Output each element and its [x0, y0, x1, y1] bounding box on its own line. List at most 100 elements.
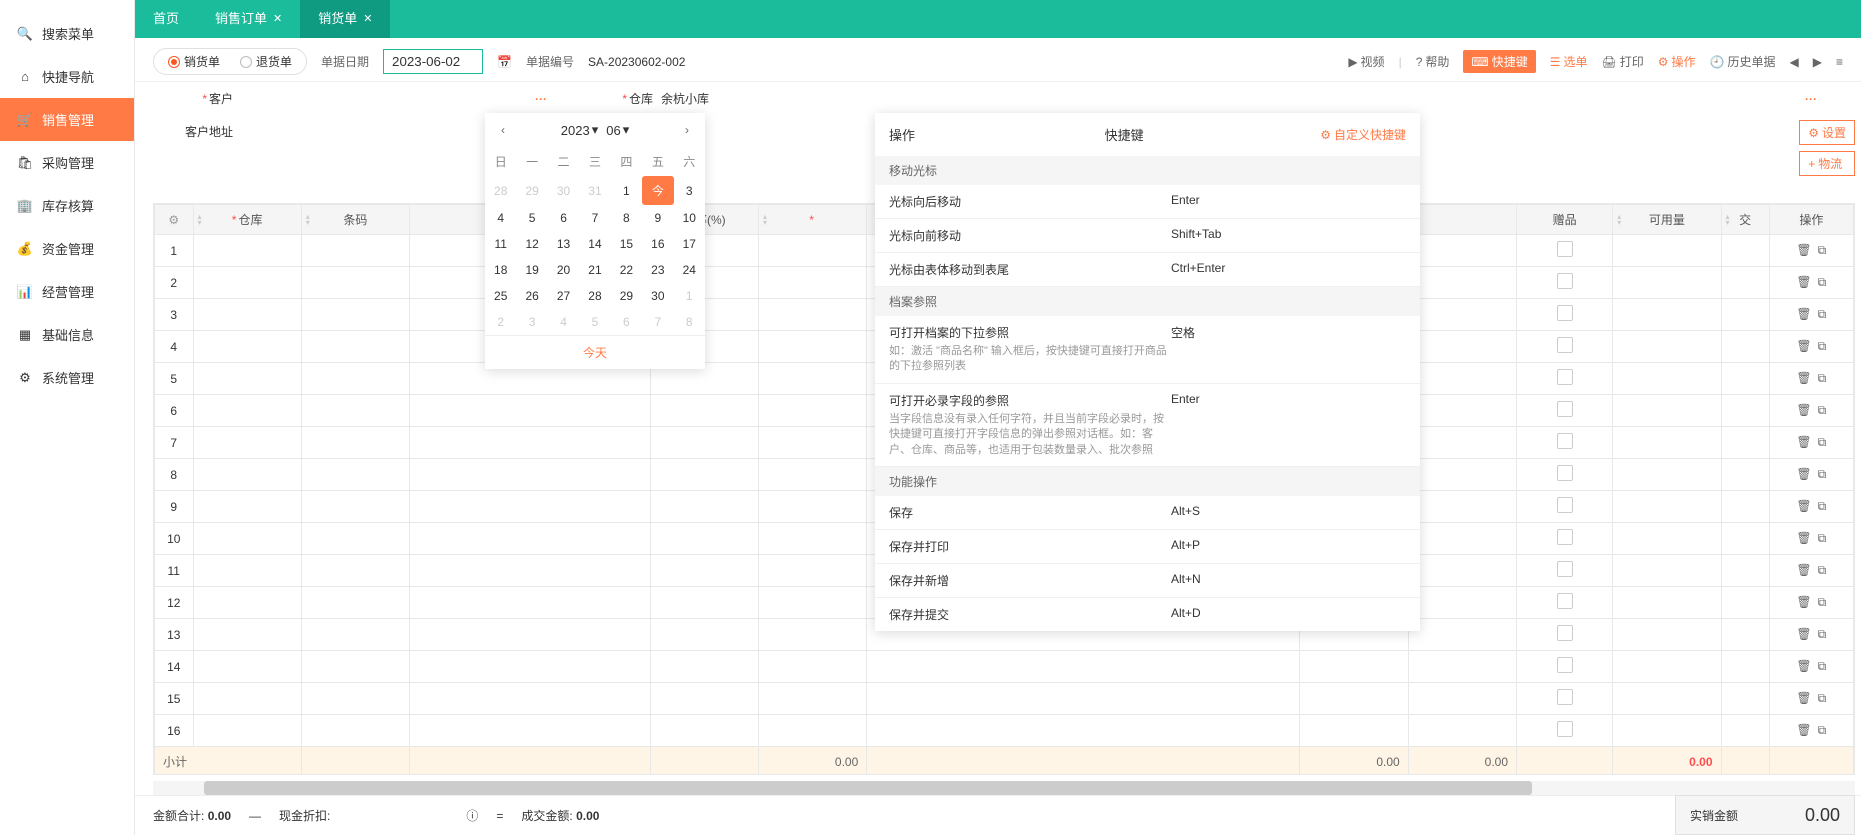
cal-day[interactable]: 28	[579, 283, 610, 309]
copy-icon[interactable]: ⧉	[1818, 723, 1827, 737]
gift-checkbox[interactable]	[1557, 369, 1573, 385]
radio-sale[interactable]: 销货单	[168, 53, 220, 70]
delete-icon[interactable]: 🗑	[1796, 435, 1811, 449]
cal-day[interactable]: 19	[516, 257, 547, 283]
cal-today-button[interactable]: 今天	[485, 335, 705, 369]
copy-icon[interactable]: ⧉	[1818, 371, 1827, 385]
cal-prev-button[interactable]: ‹	[495, 121, 511, 139]
cal-day[interactable]: 30	[548, 176, 579, 205]
table-row[interactable]: 15🗑⧉	[155, 683, 1854, 715]
copy-icon[interactable]: ⧉	[1818, 499, 1827, 513]
doc-date-input[interactable]	[383, 49, 483, 74]
warehouse-select[interactable]: 余杭小库	[661, 90, 709, 107]
print-link[interactable]: 🖨打印	[1602, 53, 1644, 70]
th-avail[interactable]: ▴▾可用量	[1613, 205, 1721, 235]
copy-icon[interactable]: ⧉	[1818, 435, 1827, 449]
sidebar-item-basic[interactable]: ▦ 基础信息	[0, 313, 134, 356]
cal-day[interactable]: 14	[579, 231, 610, 257]
copy-icon[interactable]: ⧉	[1818, 403, 1827, 417]
copy-icon[interactable]: ⧉	[1818, 531, 1827, 545]
cal-day[interactable]: 29	[516, 176, 547, 205]
delete-icon[interactable]: 🗑	[1796, 723, 1811, 737]
delete-icon[interactable]: 🗑	[1796, 659, 1811, 673]
cal-day[interactable]: 20	[548, 257, 579, 283]
delete-icon[interactable]: 🗑	[1796, 371, 1811, 385]
video-link[interactable]: ▶视频	[1348, 53, 1384, 70]
sidebar-item-search[interactable]: 🔍 搜索菜单	[0, 12, 134, 55]
cal-day[interactable]: 29	[611, 283, 642, 309]
table-row[interactable]: 14🗑⧉	[155, 651, 1854, 683]
row-more-button[interactable]: ···	[1799, 92, 1823, 106]
customer-more-button[interactable]: ···	[529, 92, 553, 106]
gift-checkbox[interactable]	[1557, 241, 1573, 257]
delete-icon[interactable]: 🗑	[1796, 627, 1811, 641]
tab-home[interactable]: 首页	[135, 0, 197, 38]
cal-month-select[interactable]: 06▾	[606, 122, 629, 138]
cal-day[interactable]: 2	[485, 309, 516, 335]
gift-checkbox[interactable]	[1557, 625, 1573, 641]
cal-year-select[interactable]: 2023▾	[561, 122, 598, 138]
cal-day[interactable]: 15	[611, 231, 642, 257]
cal-day[interactable]: 4	[485, 205, 516, 231]
th-gift[interactable]: 赠品	[1517, 205, 1613, 235]
help-link[interactable]: ?帮助	[1416, 53, 1450, 70]
delete-icon[interactable]: 🗑	[1796, 499, 1811, 513]
cal-day[interactable]: 1	[674, 283, 705, 309]
cal-day[interactable]: 5	[516, 205, 547, 231]
gift-checkbox[interactable]	[1557, 689, 1573, 705]
th-barcode[interactable]: ▴▾条码	[301, 205, 409, 235]
copy-icon[interactable]: ⧉	[1818, 307, 1827, 321]
cal-day[interactable]: 22	[611, 257, 642, 283]
copy-icon[interactable]: ⧉	[1818, 275, 1827, 289]
delete-icon[interactable]: 🗑	[1796, 275, 1811, 289]
cal-day[interactable]: 11	[485, 231, 516, 257]
cal-day[interactable]: 30	[642, 283, 673, 309]
gift-checkbox[interactable]	[1557, 433, 1573, 449]
copy-icon[interactable]: ⧉	[1818, 659, 1827, 673]
gift-checkbox[interactable]	[1557, 401, 1573, 417]
chevron-right-icon[interactable]: ▶	[1813, 55, 1822, 69]
gift-checkbox[interactable]	[1557, 305, 1573, 321]
logistics-button[interactable]: +物流	[1799, 151, 1855, 176]
gift-checkbox[interactable]	[1557, 593, 1573, 609]
cal-day[interactable]: 24	[674, 257, 705, 283]
cal-day[interactable]: 1	[611, 176, 642, 205]
sidebar-item-funds[interactable]: 💰 资金管理	[0, 227, 134, 270]
cal-day[interactable]: 3	[516, 309, 547, 335]
close-icon[interactable]: ✕	[363, 0, 372, 38]
cal-day[interactable]: 25	[485, 283, 516, 309]
cal-day[interactable]: 13	[548, 231, 579, 257]
cal-day[interactable]: 4	[548, 309, 579, 335]
settings-button[interactable]: ⚙设置	[1799, 120, 1855, 145]
gift-checkbox[interactable]	[1557, 529, 1573, 545]
history-link[interactable]: 🕘历史单据	[1710, 53, 1776, 70]
cal-day[interactable]: 26	[516, 283, 547, 309]
gift-checkbox[interactable]	[1557, 657, 1573, 673]
gift-checkbox[interactable]	[1557, 721, 1573, 737]
delete-icon[interactable]: 🗑	[1796, 531, 1811, 545]
tab-shipment[interactable]: 销货单✕	[300, 0, 390, 38]
gift-checkbox[interactable]	[1557, 561, 1573, 577]
sidebar-item-nav[interactable]: ⌂ 快捷导航	[0, 55, 134, 98]
cal-day[interactable]: 7	[642, 309, 673, 335]
close-icon[interactable]: ✕	[273, 0, 282, 38]
delete-icon[interactable]: 🗑	[1796, 595, 1811, 609]
cal-day[interactable]: 今	[642, 176, 673, 205]
chevron-left-icon[interactable]: ◀	[1790, 55, 1799, 69]
calendar-icon[interactable]: 📅	[497, 55, 512, 69]
gift-checkbox[interactable]	[1557, 337, 1573, 353]
menu-icon[interactable]: ≡	[1836, 55, 1843, 69]
gift-checkbox[interactable]	[1557, 465, 1573, 481]
copy-icon[interactable]: ⧉	[1818, 691, 1827, 705]
cal-day[interactable]: 5	[579, 309, 610, 335]
scrollbar-thumb[interactable]	[204, 781, 1532, 795]
cal-day[interactable]: 12	[516, 231, 547, 257]
sidebar-item-sales[interactable]: 🛒 销售管理	[0, 98, 134, 141]
tab-sales-order[interactable]: 销售订单✕	[197, 0, 300, 38]
sidebar-item-purchase[interactable]: 🛍 采购管理	[0, 141, 134, 184]
sidebar-item-inventory[interactable]: 🏢 库存核算	[0, 184, 134, 227]
copy-icon[interactable]: ⧉	[1818, 563, 1827, 577]
cal-day[interactable]: 6	[548, 205, 579, 231]
copy-icon[interactable]: ⧉	[1818, 627, 1827, 641]
cal-next-button[interactable]: ›	[679, 121, 695, 139]
